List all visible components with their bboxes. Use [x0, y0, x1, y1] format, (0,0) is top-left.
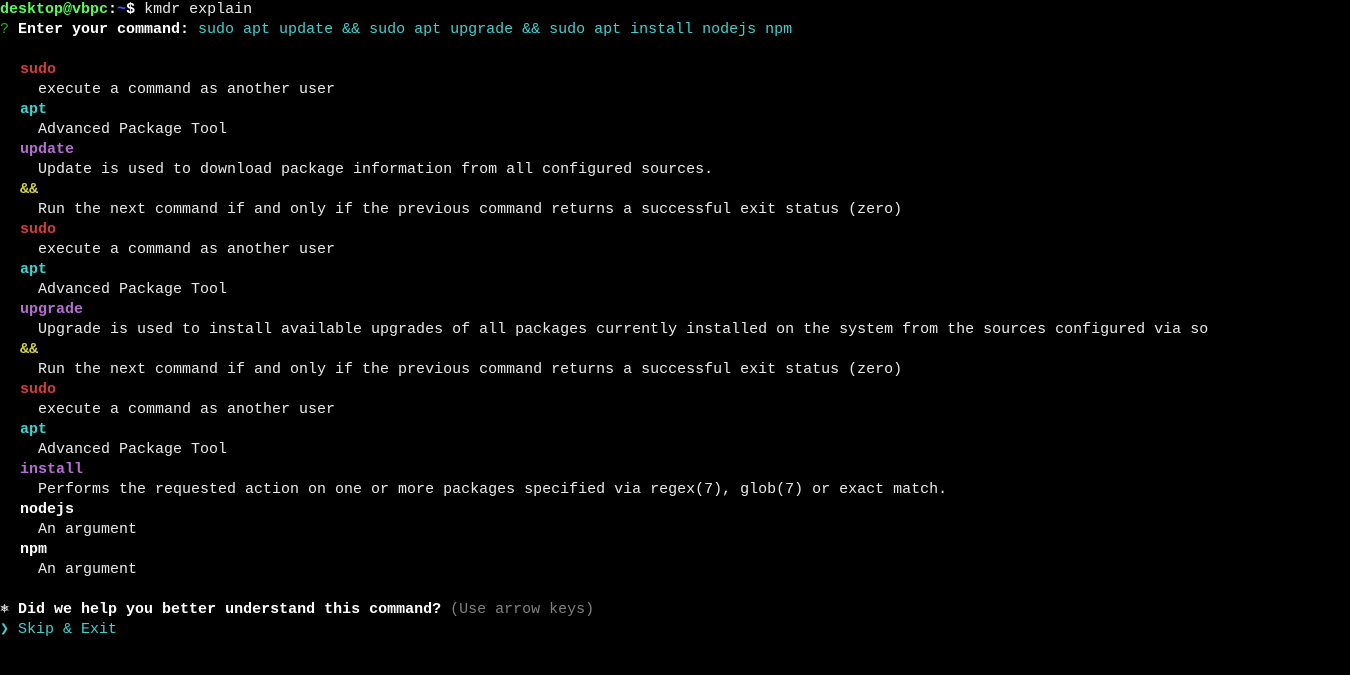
- token: sudo: [20, 221, 56, 238]
- enter-command-line: ? Enter your command: sudo apt update &&…: [0, 20, 1350, 40]
- token-description: Upgrade is used to install available upg…: [38, 321, 1208, 338]
- blank-line: [0, 580, 1350, 600]
- token: nodejs: [20, 501, 74, 518]
- prompt-path: ~: [117, 1, 126, 18]
- token-line: &&: [0, 180, 1350, 200]
- token-description: execute a command as another user: [38, 81, 335, 98]
- token: npm: [20, 541, 47, 558]
- token-description-line: Performs the requested action on one or …: [0, 480, 1350, 500]
- token: install: [20, 461, 83, 478]
- token: apt: [20, 421, 47, 438]
- token-description: Run the next command if and only if the …: [38, 201, 902, 218]
- token-description-line: An argument: [0, 520, 1350, 540]
- token-description-line: Advanced Package Tool: [0, 440, 1350, 460]
- token-line: npm: [0, 540, 1350, 560]
- menu-cursor-icon: ❯: [0, 621, 18, 638]
- menu-option-line[interactable]: ❯ Skip & Exit: [0, 620, 1350, 640]
- token-description-line: Advanced Package Tool: [0, 280, 1350, 300]
- token-line: upgrade: [0, 300, 1350, 320]
- blank-line: [0, 40, 1350, 60]
- token-line: sudo: [0, 380, 1350, 400]
- token-description-line: Update is used to download package infor…: [0, 160, 1350, 180]
- token-line: update: [0, 140, 1350, 160]
- token: &&: [20, 341, 38, 358]
- token: &&: [20, 181, 38, 198]
- token-description: execute a command as another user: [38, 401, 335, 418]
- token-description: Update is used to download package infor…: [38, 161, 713, 178]
- token-line: sudo: [0, 220, 1350, 240]
- token: update: [20, 141, 74, 158]
- token: apt: [20, 261, 47, 278]
- feedback-hint: (Use arrow keys): [450, 601, 594, 618]
- question-mark-icon: ?: [0, 21, 9, 38]
- gear-icon: ⎈: [0, 601, 9, 618]
- token-line: nodejs: [0, 500, 1350, 520]
- token-description: Advanced Package Tool: [38, 441, 227, 458]
- menu-option-skip-exit[interactable]: Skip & Exit: [18, 621, 117, 638]
- token: upgrade: [20, 301, 83, 318]
- token-description-line: Run the next command if and only if the …: [0, 360, 1350, 380]
- feedback-line: ⎈ Did we help you better understand this…: [0, 600, 1350, 620]
- token-line: apt: [0, 260, 1350, 280]
- token-description: An argument: [38, 561, 137, 578]
- token: apt: [20, 101, 47, 118]
- token-line: &&: [0, 340, 1350, 360]
- feedback-question: Did we help you better understand this c…: [9, 601, 450, 618]
- token-description: Run the next command if and only if the …: [38, 361, 902, 378]
- token-description: An argument: [38, 521, 137, 538]
- typed-command[interactable]: kmdr explain: [144, 1, 252, 18]
- prompt-user-host: desktop@vbpc: [0, 1, 108, 18]
- token-description-line: Advanced Package Tool: [0, 120, 1350, 140]
- shell-prompt-line: desktop@vbpc:~$ kmdr explain: [0, 0, 1350, 20]
- entered-command-input[interactable]: sudo apt update && sudo apt upgrade && s…: [198, 21, 792, 38]
- token-description: execute a command as another user: [38, 241, 335, 258]
- token-line: sudo: [0, 60, 1350, 80]
- token: sudo: [20, 61, 56, 78]
- token-description-line: Run the next command if and only if the …: [0, 200, 1350, 220]
- token-line: apt: [0, 420, 1350, 440]
- prompt-separator: :: [108, 1, 117, 18]
- token: sudo: [20, 381, 56, 398]
- explanation-block: sudo execute a command as another user apt…: [0, 60, 1350, 580]
- token-description-line: An argument: [0, 560, 1350, 580]
- token-description: Advanced Package Tool: [38, 121, 227, 138]
- enter-command-label: Enter your command:: [9, 21, 198, 38]
- token-line: install: [0, 460, 1350, 480]
- token-description-line: execute a command as another user: [0, 80, 1350, 100]
- token-line: apt: [0, 100, 1350, 120]
- token-description-line: Upgrade is used to install available upg…: [0, 320, 1350, 340]
- prompt-dollar: $: [126, 1, 144, 18]
- token-description: Performs the requested action on one or …: [38, 481, 947, 498]
- token-description: Advanced Package Tool: [38, 281, 227, 298]
- token-description-line: execute a command as another user: [0, 240, 1350, 260]
- token-description-line: execute a command as another user: [0, 400, 1350, 420]
